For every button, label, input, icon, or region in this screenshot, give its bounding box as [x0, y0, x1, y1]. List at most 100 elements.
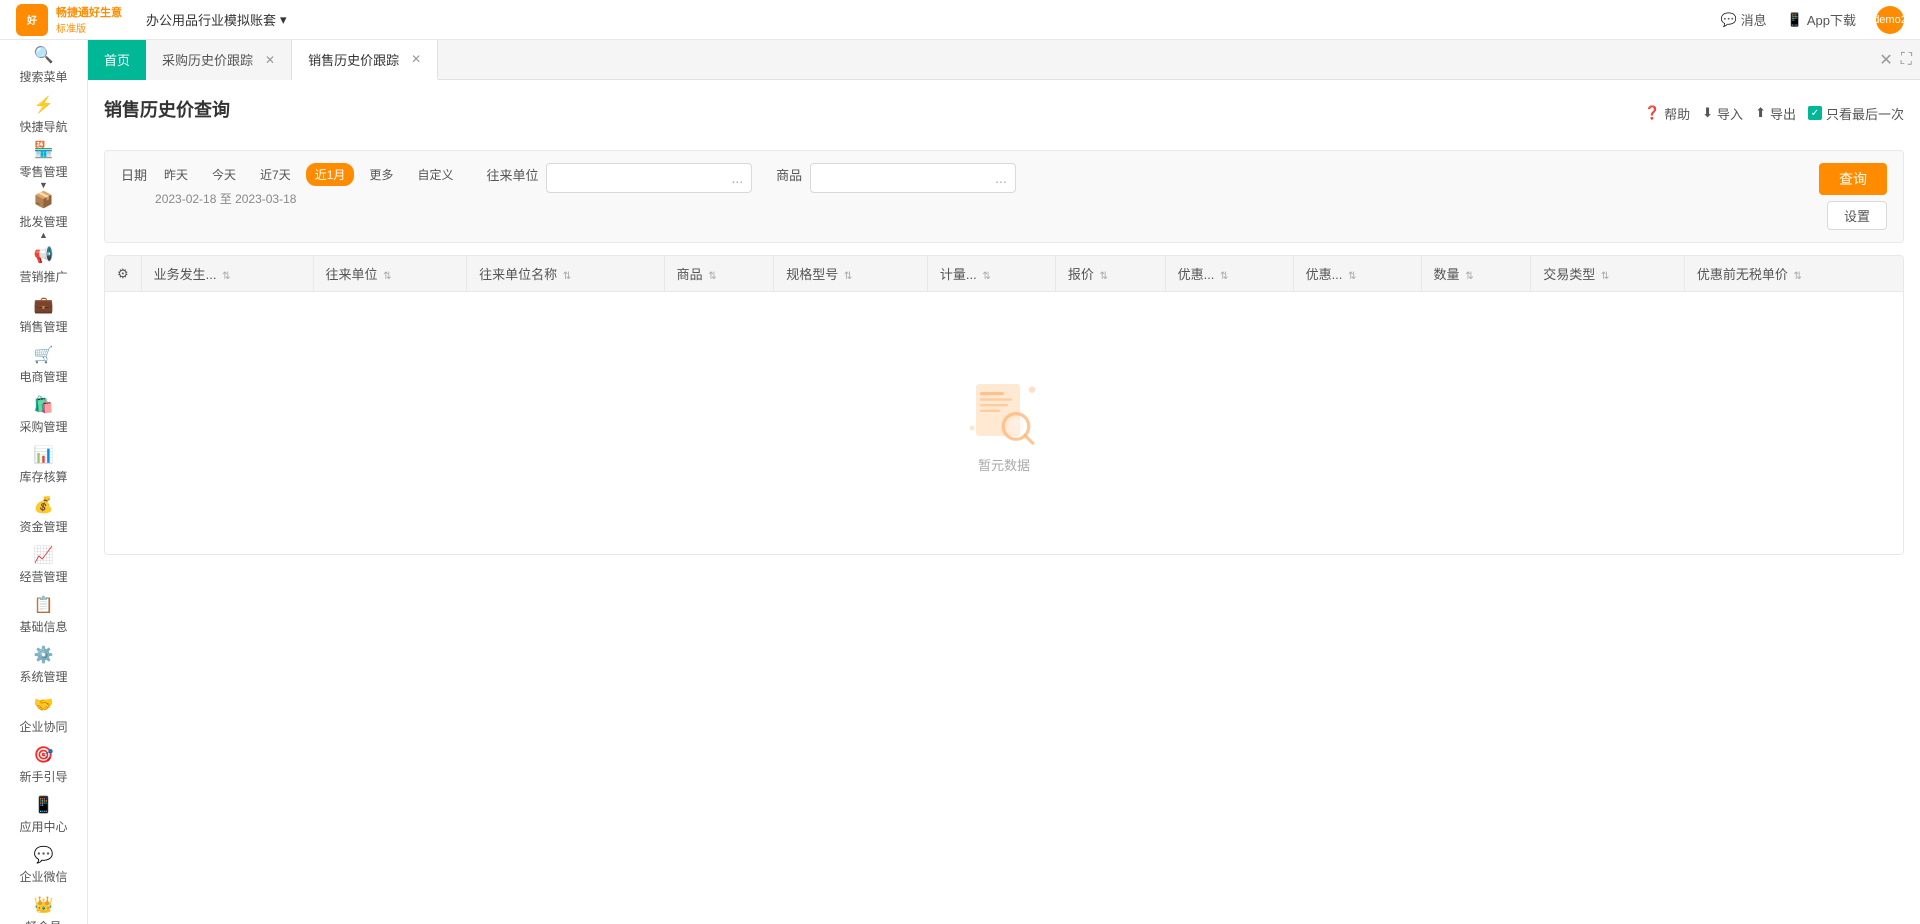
sidebar-item-quick-nav[interactable]: ⚡ 快捷导航: [0, 90, 87, 140]
th-discount1[interactable]: 优惠... ⇅: [1165, 256, 1293, 292]
sidebar-item-search-menu[interactable]: 🔍 搜索菜单: [0, 40, 87, 90]
lightning-icon: ⚡: [34, 95, 54, 115]
top-bar-left: 好 畅捷通好生意 标准版 办公用品行业模拟账套 ▾: [16, 4, 287, 36]
sort-icon: ⇅: [1601, 271, 1609, 282]
help-button[interactable]: ❓ 帮助: [1644, 104, 1690, 123]
sort-icon: ⇅: [1794, 271, 1802, 282]
chevron-down-icon: ▾: [280, 12, 287, 28]
filter-buttons: 查询 设置: [1819, 163, 1887, 230]
sidebar: 🔍 搜索菜单 ⚡ 快捷导航 🏪 零售管理 ▼ 📦 批发管理 ▲ 📢 营销推广 💼…: [0, 40, 88, 924]
filter-bar: 日期 昨天 今天 近7天 近1月 更多 自定义 2023-02-18 至 202…: [104, 150, 1904, 243]
empty-state: 暂元数据: [105, 292, 1903, 554]
sidebar-item-marketing[interactable]: 📢 营销推广: [0, 240, 87, 290]
help-icon: ❓: [1644, 105, 1660, 121]
date-btn-7days[interactable]: 近7天: [251, 163, 300, 186]
sort-icon: ⇅: [1100, 271, 1108, 282]
tab-close-sales[interactable]: ✕: [411, 52, 421, 66]
table-header-row: ⚙ 业务发生... ⇅ 往来单位 ⇅ 往来单位名称: [105, 256, 1903, 292]
briefcase-icon: 💼: [34, 295, 54, 315]
sidebar-item-wholesale-mgmt[interactable]: 📦 批发管理 ▲: [0, 190, 87, 240]
date-filter: 日期 昨天 今天 近7天 近1月 更多 自定义 2023-02-18 至 202…: [121, 163, 462, 207]
sidebar-item-wechat[interactable]: 💬 企业微信: [0, 840, 87, 890]
th-unit[interactable]: 计量... ⇅: [927, 256, 1055, 292]
maximize-action[interactable]: ⛶: [1901, 51, 1912, 69]
date-btn-custom[interactable]: 自定义: [408, 163, 462, 186]
date-range: 2023-02-18 至 2023-03-18: [155, 190, 462, 207]
money-icon: 💰: [34, 495, 54, 515]
chevron-up-icon: ▲: [39, 230, 48, 240]
sidebar-item-retail-mgmt[interactable]: 🏪 零售管理 ▼: [0, 140, 87, 190]
page-content: 销售历史价查询 ❓ 帮助 ⬇ 导入 ⬆ 导出 ✓: [88, 80, 1920, 924]
app-selector[interactable]: 办公用品行业模拟账套 ▾: [146, 10, 287, 29]
th-counterpart-code[interactable]: 往来单位 ⇅: [313, 256, 467, 292]
sidebar-item-newbie[interactable]: 🎯 新手引导: [0, 740, 87, 790]
goods-input[interactable]: [819, 171, 995, 186]
th-no-tax-price[interactable]: 优惠前无税单价 ⇅: [1684, 256, 1903, 292]
date-btn-more[interactable]: 更多: [360, 163, 402, 186]
page-title: 销售历史价查询: [104, 96, 230, 122]
th-qty[interactable]: 数量 ⇅: [1421, 256, 1531, 292]
export-button[interactable]: ⬆ 导出: [1755, 104, 1796, 123]
date-btn-1month[interactable]: 近1月: [306, 163, 355, 186]
crown-icon: 👑: [34, 895, 54, 915]
top-bar: 好 畅捷通好生意 标准版 办公用品行业模拟账套 ▾ 💬 消息 📱 App下载 d…: [0, 0, 1920, 40]
megaphone-icon: 📢: [34, 245, 54, 265]
tab-sales-history[interactable]: 销售历史价跟踪 ✕: [292, 40, 438, 80]
sidebar-item-finance[interactable]: 💰 资金管理: [0, 490, 87, 540]
goods-input-wrap[interactable]: ...: [810, 163, 1016, 193]
tab-home[interactable]: 首页: [88, 40, 146, 80]
checkbox-icon: ✓: [1808, 106, 1822, 120]
th-discount2[interactable]: 优惠... ⇅: [1293, 256, 1421, 292]
cart-icon: 🛒: [34, 345, 54, 365]
th-gear[interactable]: ⚙: [105, 256, 141, 292]
data-table: ⚙ 业务发生... ⇅ 往来单位 ⇅ 往来单位名称: [105, 256, 1903, 292]
th-goods[interactable]: 商品 ⇅: [664, 256, 774, 292]
counterpart-dots[interactable]: ...: [731, 170, 743, 186]
sidebar-item-purchase[interactable]: 🛍️ 采购管理: [0, 390, 87, 440]
close-tab-action[interactable]: ✕: [1879, 50, 1892, 70]
counterpart-input[interactable]: [555, 171, 731, 186]
trending-icon: 📈: [34, 545, 54, 565]
th-trade-type[interactable]: 交易类型 ⇅: [1531, 256, 1685, 292]
sidebar-item-ecommerce[interactable]: 🛒 电商管理: [0, 340, 87, 390]
tab-purchase-history[interactable]: 采购历史价跟踪 ✕: [146, 40, 292, 80]
mobile-icon: 📱: [34, 795, 54, 815]
handshake-icon: 🤝: [34, 695, 54, 715]
sidebar-item-inventory[interactable]: 📊 库存核算: [0, 440, 87, 490]
empty-illustration: [954, 372, 1054, 455]
goods-dots[interactable]: ...: [995, 170, 1007, 186]
empty-text: 暂元数据: [978, 455, 1030, 474]
sidebar-item-member[interactable]: 👑 畅会员: [0, 890, 87, 924]
store-icon: 🏪: [34, 140, 54, 160]
sidebar-item-enterprise[interactable]: 🤝 企业协同: [0, 690, 87, 740]
sort-icon: ⇅: [563, 271, 571, 282]
th-quote[interactable]: 报价 ⇅: [1055, 256, 1165, 292]
sidebar-item-basic-info[interactable]: 📋 基础信息: [0, 590, 87, 640]
top-actions: ❓ 帮助 ⬇ 导入 ⬆ 导出 ✓ 只看最后一次: [1644, 104, 1904, 123]
content-area: 首页 采购历史价跟踪 ✕ 销售历史价跟踪 ✕ ✕ ⛶ 销售历史价查询: [88, 40, 1920, 924]
sort-icon: ⇅: [1220, 271, 1228, 282]
th-biz-date[interactable]: 业务发生... ⇅: [141, 256, 313, 292]
th-spec[interactable]: 规格型号 ⇅: [774, 256, 928, 292]
export-icon: ⬆: [1755, 105, 1766, 121]
avatar[interactable]: demo2: [1876, 6, 1904, 34]
import-button[interactable]: ⬇ 导入: [1702, 104, 1743, 123]
top-bar-right: 💬 消息 📱 App下载 demo2: [1720, 6, 1904, 34]
sidebar-item-operations[interactable]: 📈 经营管理: [0, 540, 87, 590]
app-download-button[interactable]: 📱 App下载: [1787, 10, 1856, 29]
date-btn-yesterday[interactable]: 昨天: [155, 163, 197, 186]
counterpart-input-wrap[interactable]: ...: [546, 163, 752, 193]
tab-close-purchase[interactable]: ✕: [265, 53, 275, 67]
sidebar-item-app-center[interactable]: 📱 应用中心: [0, 790, 87, 840]
set-button[interactable]: 设置: [1827, 201, 1887, 230]
th-counterpart-name[interactable]: 往来单位名称 ⇅: [467, 256, 664, 292]
only-last-toggle[interactable]: ✓ 只看最后一次: [1808, 104, 1904, 123]
query-button[interactable]: 查询: [1819, 163, 1887, 195]
sort-icon: ⇅: [982, 271, 990, 282]
sidebar-item-system[interactable]: ⚙️ 系统管理: [0, 640, 87, 690]
sort-icon: ⇅: [222, 271, 230, 282]
message-button[interactable]: 💬 消息: [1720, 10, 1766, 29]
date-btn-today[interactable]: 今天: [203, 163, 245, 186]
sidebar-item-sales-mgmt[interactable]: 💼 销售管理: [0, 290, 87, 340]
shopping-icon: 🛍️: [34, 395, 54, 415]
